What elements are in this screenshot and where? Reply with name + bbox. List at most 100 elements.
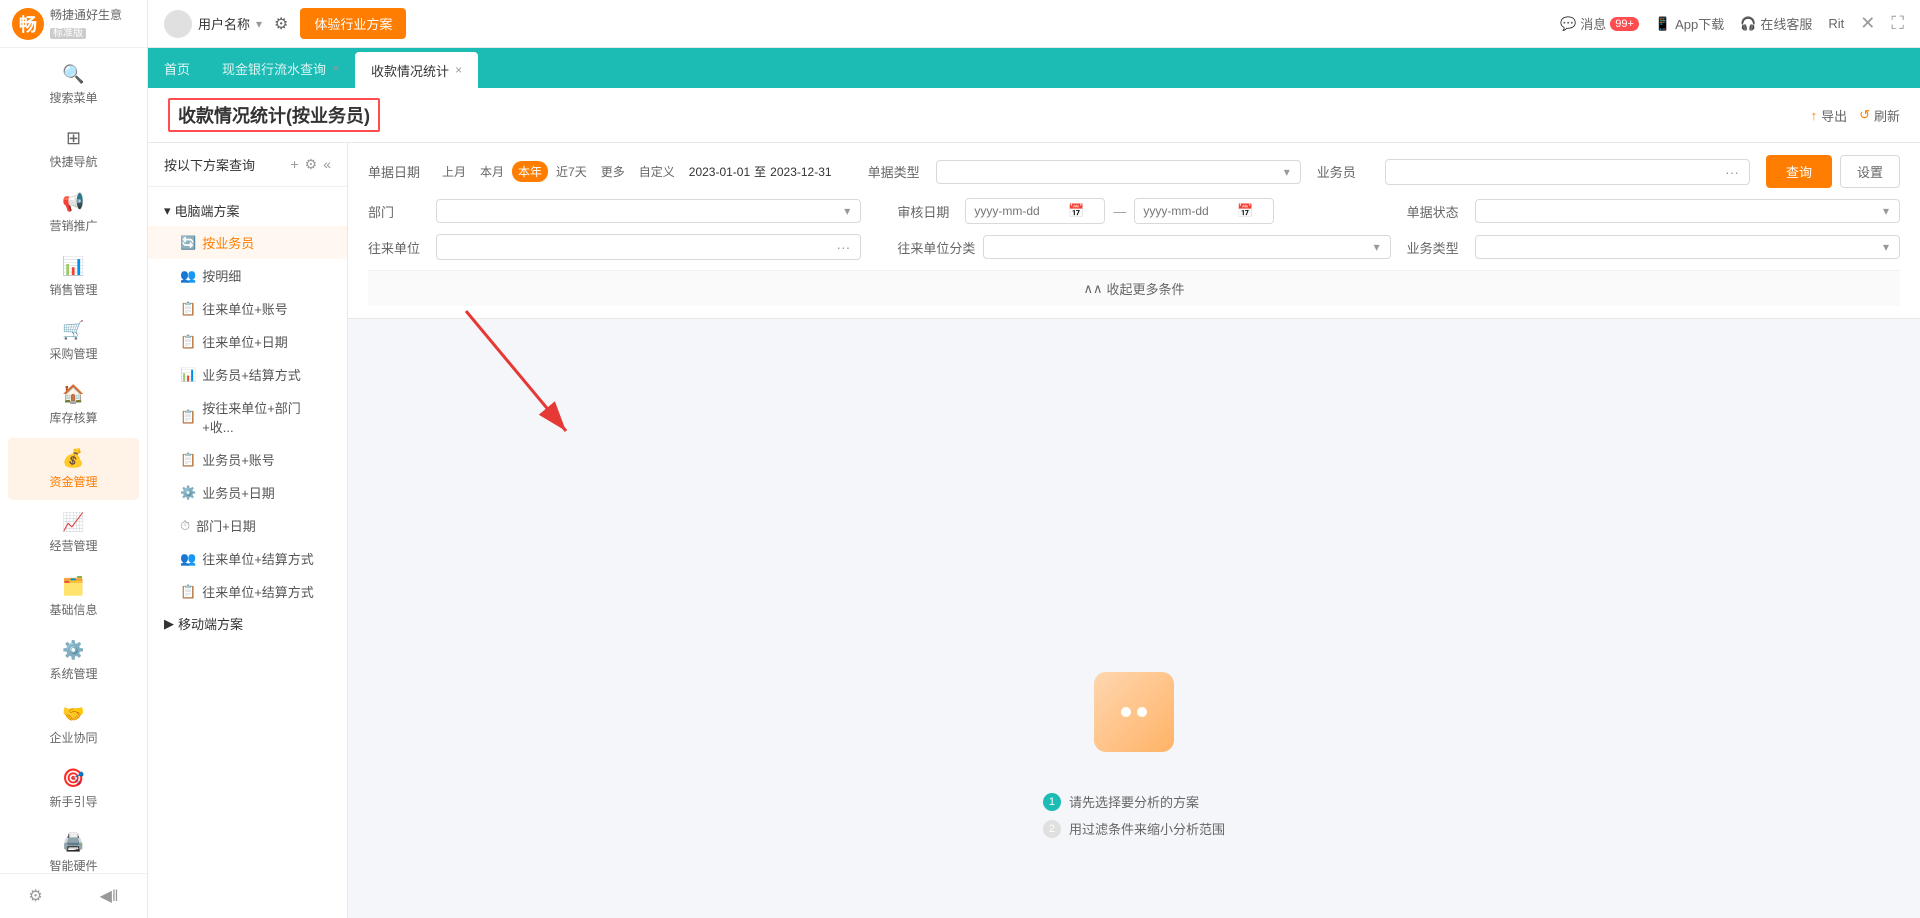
shortcut-this-month[interactable]: 本月 xyxy=(474,161,510,182)
sidebar-item-finance[interactable]: 💰 资金管理 xyxy=(8,438,139,500)
doctype-select[interactable]: ▾ xyxy=(936,160,1301,184)
shortcut-more[interactable]: 更多 xyxy=(595,161,631,182)
audit-date-to[interactable]: 📅 xyxy=(1134,198,1274,224)
search-row-3: 往来单位 ··· 往来单位分类 ▾ xyxy=(368,234,1900,260)
unit-label: 往来单位 xyxy=(368,238,428,257)
shortcut-custom[interactable]: 自定义 xyxy=(633,161,681,182)
sidebar-collapse-btn[interactable]: ◀‖ xyxy=(100,886,119,906)
enterprise-icon: 🤝 xyxy=(62,704,84,725)
salesperson-select[interactable]: ··· xyxy=(1385,159,1750,185)
scheme-item-unit-settle2[interactable]: 📋 往来单位+结算方式 xyxy=(148,575,347,608)
sidebar-item-operation[interactable]: 📈 经营管理 xyxy=(8,502,139,564)
sidebar-item-hardware[interactable]: 🖨️ 智能硬件 xyxy=(8,822,139,873)
topbar-settings-icon[interactable]: ⚙ xyxy=(274,14,288,34)
doc-status-select[interactable]: ▾ xyxy=(1475,199,1900,223)
page-content: 收款情况统计(按业务员) ↑ 导出 ↺ 刷新 xyxy=(148,88,1920,918)
panel-settings-btn[interactable]: ⚙ xyxy=(305,156,318,173)
query-button[interactable]: 查询 xyxy=(1766,155,1832,188)
scheme-group-mobile-header[interactable]: ▶ 移动端方案 xyxy=(148,608,347,639)
scheme-group-desktop: ▾ 电脑端方案 🔄 按业务员 👥 按明细 xyxy=(148,195,347,608)
sidebar-label-basic: 基础信息 xyxy=(49,601,97,618)
refresh-label: 刷新 xyxy=(1874,106,1900,125)
service-icon: 🎧 xyxy=(1740,16,1756,32)
scheme-item-salesperson-date[interactable]: ⚙️ 业务员+日期 xyxy=(148,476,347,509)
salesperson-field: 业务员 ··· xyxy=(1317,159,1750,185)
sidebar-item-search[interactable]: 🔍 搜索菜单 xyxy=(8,54,139,116)
tab-collection-close[interactable]: × xyxy=(455,63,462,77)
trial-button[interactable]: 体验行业方案 xyxy=(300,8,406,39)
search-row-2: 部门 ▾ 审核日期 📅 xyxy=(368,198,1900,224)
logo: 畅 畅捷通好生意 标准版 xyxy=(0,0,147,48)
date-from-display: 2023-01-01 xyxy=(689,165,750,179)
audit-date-from[interactable]: 📅 xyxy=(965,198,1105,224)
dept-select[interactable]: ▾ xyxy=(436,199,861,223)
user-display[interactable]: Rit xyxy=(1828,16,1844,31)
tab-collection[interactable]: 收款情况统计 × xyxy=(355,52,478,88)
user-dropdown-icon[interactable]: ▾ xyxy=(256,17,262,31)
unit-date-icon: 📋 xyxy=(180,334,196,350)
audit-from-calendar-icon[interactable]: 📅 xyxy=(1068,203,1084,219)
unit-type-select[interactable]: ▾ xyxy=(983,235,1390,259)
scheme-item-salesperson[interactable]: 🔄 按业务员 xyxy=(148,226,347,259)
salesperson-icon: 🔄 xyxy=(180,235,196,251)
mobile-group-label: 移动端方案 xyxy=(178,614,243,633)
doc-status-arrow-icon: ▾ xyxy=(1883,204,1889,218)
audit-from-input[interactable] xyxy=(974,204,1064,218)
salesperson-dots-btn[interactable]: ··· xyxy=(1725,164,1739,180)
audit-to-input[interactable] xyxy=(1143,204,1233,218)
scheme-item-dept-date[interactable]: ⏱ 部门+日期 xyxy=(148,509,347,542)
sidebar-item-enterprise[interactable]: 🤝 企业协同 xyxy=(8,694,139,756)
shortcut-this-year[interactable]: 本年 xyxy=(512,161,548,182)
sidebar-item-system[interactable]: ⚙️ 系统管理 xyxy=(8,630,139,692)
tab-bank-close[interactable]: × xyxy=(332,61,339,75)
export-btn[interactable]: ↑ 导出 xyxy=(1811,106,1848,125)
biz-type-select[interactable]: ▾ xyxy=(1475,235,1900,259)
sidebar-nav: 🔍 搜索菜单 ⊞ 快捷导航 📢 营销推广 📊 销售管理 🛒 采购管理 🏠 xyxy=(0,48,147,873)
app-download-label: App下载 xyxy=(1675,14,1724,33)
refresh-btn[interactable]: ↺ 刷新 xyxy=(1859,106,1900,125)
messages-item[interactable]: 💬 消息 99+ xyxy=(1560,14,1639,33)
sidebar-item-newbie[interactable]: 🎯 新手引导 xyxy=(8,758,139,820)
scheme-item-unit-dept-label: 按往来单位+部门+收... xyxy=(202,398,331,436)
scheme-item-unit-dept[interactable]: 📋 按往来单位+部门+收... xyxy=(148,391,347,443)
audit-to-calendar-icon[interactable]: 📅 xyxy=(1237,203,1253,219)
sidebar-item-inventory[interactable]: 🏠 库存核算 xyxy=(8,374,139,436)
refresh-icon: ↺ xyxy=(1859,107,1870,123)
panel-header: 按以下方案查询 + ⚙ « xyxy=(148,143,347,187)
sidebar-item-shortcut[interactable]: ⊞ 快捷导航 xyxy=(8,118,139,180)
scheme-group-desktop-header[interactable]: ▾ 电脑端方案 xyxy=(148,195,347,226)
shortcut-7days[interactable]: 近7天 xyxy=(550,161,593,182)
settings-button[interactable]: 设置 xyxy=(1840,155,1900,188)
sidebar-item-basic[interactable]: 🗂️ 基础信息 xyxy=(8,566,139,628)
app-download-item[interactable]: 📱 App下载 xyxy=(1655,14,1724,33)
topbar-left: 用户名称 ▾ ⚙ 体验行业方案 xyxy=(164,8,406,39)
panel-collapse-btn[interactable]: « xyxy=(323,156,331,173)
scheme-item-unit-account[interactable]: 📋 往来单位+账号 xyxy=(148,292,347,325)
window-close-btn[interactable]: ✕ xyxy=(1860,13,1875,34)
panel-add-btn[interactable]: + xyxy=(290,156,298,173)
sidebar-item-purchase[interactable]: 🛒 采购管理 xyxy=(8,310,139,372)
inventory-icon: 🏠 xyxy=(62,384,84,405)
scheme-item-unit-date[interactable]: 📋 往来单位+日期 xyxy=(148,325,347,358)
scheme-item-salesperson-account[interactable]: 📋 业务员+账号 xyxy=(148,443,347,476)
scheme-item-detail[interactable]: 👥 按明细 xyxy=(148,259,347,292)
unit-dots-btn[interactable]: ··· xyxy=(836,239,850,255)
online-service-item[interactable]: 🎧 在线客服 xyxy=(1740,14,1812,33)
user-info[interactable]: 用户名称 ▾ xyxy=(164,10,262,38)
tab-home[interactable]: 首页 xyxy=(148,48,206,88)
scheme-item-salesperson-settle-label: 业务员+结算方式 xyxy=(202,365,301,384)
unit-settle2-icon: 📋 xyxy=(180,584,196,600)
unit-select[interactable]: ··· xyxy=(436,234,861,260)
sidebar-item-marketing[interactable]: 📢 营销推广 xyxy=(8,182,139,244)
scheme-item-unit-settle1[interactable]: 👥 往来单位+结算方式 xyxy=(148,542,347,575)
shortcut-last-month[interactable]: 上月 xyxy=(436,161,472,182)
sidebar-label-shortcut: 快捷导航 xyxy=(49,153,97,170)
sidebar-settings-btn[interactable]: ⚙ xyxy=(28,886,42,906)
window-expand-btn[interactable]: ⛶ xyxy=(1891,13,1904,34)
scheme-item-salesperson-settle[interactable]: 📊 业务员+结算方式 xyxy=(148,358,347,391)
collapse-bar[interactable]: ∧∧ 收起更多条件 xyxy=(368,270,1900,306)
sidebar-item-sales[interactable]: 📊 销售管理 xyxy=(8,246,139,308)
tab-bank[interactable]: 现金银行流水查询 × xyxy=(206,48,355,88)
page-header: 收款情况统计(按业务员) ↑ 导出 ↺ 刷新 xyxy=(148,88,1920,143)
export-icon: ↑ xyxy=(1811,108,1818,123)
